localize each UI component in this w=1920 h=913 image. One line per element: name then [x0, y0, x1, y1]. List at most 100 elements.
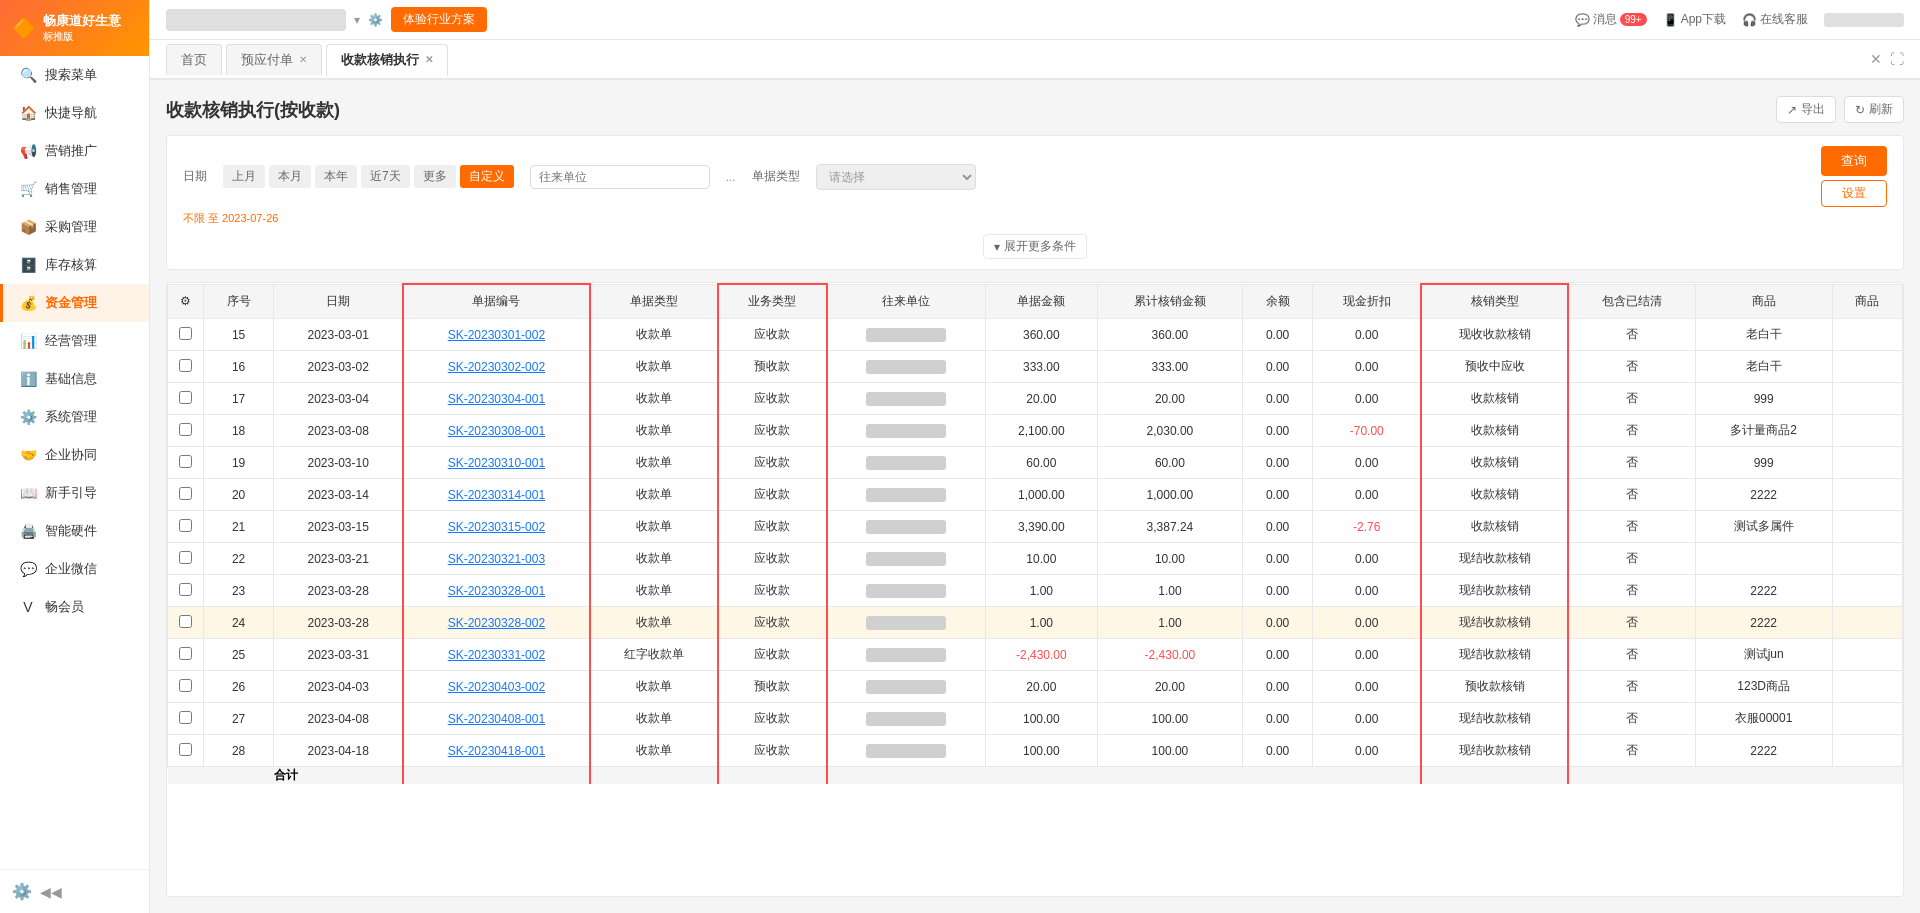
tab-close-pre-receipt[interactable]: ✕ [299, 54, 307, 65]
doc-no-link[interactable]: SK-20230310-001 [448, 456, 545, 470]
sidebar-item-sales-mgmt[interactable]: 🛒销售管理 [0, 170, 149, 208]
sidebar-item-guide[interactable]: 📖新手引导 [0, 474, 149, 512]
cell-checkbox[interactable] [168, 607, 204, 639]
doc-no-link[interactable]: SK-20230418-001 [448, 744, 545, 758]
refresh-button[interactable]: ↻ 刷新 [1844, 96, 1904, 123]
sidebar-item-inventory[interactable]: 🗄️库存核算 [0, 246, 149, 284]
th-gear[interactable]: ⚙ [168, 284, 204, 319]
this-year-btn[interactable]: 本年 [315, 165, 357, 188]
cell-biz-type: 应收款 [718, 543, 827, 575]
tab-receipt-exec[interactable]: 收款核销执行✕ [326, 44, 448, 77]
cell-checkbox[interactable] [168, 671, 204, 703]
cell-checkbox[interactable] [168, 383, 204, 415]
cell-write-off-type: 收款核销 [1421, 447, 1568, 479]
cell-checkbox[interactable] [168, 575, 204, 607]
doc-type-select[interactable]: 请选择 [816, 164, 976, 190]
row-checkbox[interactable] [179, 615, 192, 628]
row-checkbox[interactable] [179, 327, 192, 340]
tab-home[interactable]: 首页 [166, 44, 222, 75]
message-area[interactable]: 💬 消息 99+ [1575, 11, 1647, 28]
sidebar-item-wechat[interactable]: 💬企业微信 [0, 550, 149, 588]
cell-checkbox[interactable] [168, 543, 204, 575]
sidebar-item-corp-coop[interactable]: 🤝企业协同 [0, 436, 149, 474]
sidebar-item-member[interactable]: V畅会员 [0, 588, 149, 626]
sidebar-item-quick-nav[interactable]: 🏠快捷导航 [0, 94, 149, 132]
cell-include-settled: 否 [1568, 319, 1695, 351]
cell-biz-type: 应收款 [718, 735, 827, 767]
row-checkbox[interactable] [179, 487, 192, 500]
app-download-btn[interactable]: 📱 App下载 [1663, 11, 1726, 28]
settings-icon[interactable]: ⚙️ [12, 882, 32, 901]
cell-checkbox[interactable] [168, 639, 204, 671]
cell-write-off-type: 现收收款核销 [1421, 319, 1568, 351]
row-checkbox[interactable] [179, 391, 192, 404]
doc-no-link[interactable]: SK-20230321-003 [448, 552, 545, 566]
expand-filter-btn[interactable]: ▾ 展开更多条件 [983, 234, 1087, 259]
cell-goods2 [1832, 415, 1902, 447]
row-checkbox[interactable] [179, 743, 192, 756]
breadcrumb-input[interactable] [166, 9, 346, 31]
doc-no-link[interactable]: SK-20230308-001 [448, 424, 545, 438]
sidebar-item-sys-mgmt[interactable]: ⚙️系统管理 [0, 398, 149, 436]
more-btn[interactable]: 更多 [414, 165, 456, 188]
sidebar-item-search-menu[interactable]: 🔍搜索菜单 [0, 56, 149, 94]
row-checkbox[interactable] [179, 551, 192, 564]
row-checkbox[interactable] [179, 455, 192, 468]
gear-icon[interactable]: ⚙️ [368, 13, 383, 27]
sidebar-item-purchase[interactable]: 📦采购管理 [0, 208, 149, 246]
this-month-btn[interactable]: 本月 [269, 165, 311, 188]
cell-checkbox[interactable] [168, 479, 204, 511]
doc-no-link[interactable]: SK-20230408-001 [448, 712, 545, 726]
row-checkbox[interactable] [179, 519, 192, 532]
sidebar-item-marketing[interactable]: 📢营销推广 [0, 132, 149, 170]
doc-no-link[interactable]: SK-20230328-001 [448, 584, 545, 598]
cell-checkbox[interactable] [168, 735, 204, 767]
cell-checkbox[interactable] [168, 351, 204, 383]
last7-btn[interactable]: 近7天 [361, 165, 410, 188]
cell-checkbox[interactable] [168, 319, 204, 351]
row-checkbox[interactable] [179, 679, 192, 692]
cell-checkbox[interactable] [168, 511, 204, 543]
cell-checkbox[interactable] [168, 703, 204, 735]
sidebar-item-operation[interactable]: 📊经营管理 [0, 322, 149, 360]
sidebar-item-finance[interactable]: 💰资金管理 [0, 284, 149, 322]
industry-solution-button[interactable]: 体验行业方案 [391, 7, 487, 32]
tab-close-receipt-exec[interactable]: ✕ [425, 54, 433, 65]
close-tab-icon[interactable]: ✕ [1870, 51, 1882, 67]
cell-checkbox[interactable] [168, 447, 204, 479]
row-checkbox[interactable] [179, 423, 192, 436]
doc-no-link[interactable]: SK-20230403-002 [448, 680, 545, 694]
tab-pre-receipt[interactable]: 预应付单✕ [226, 44, 322, 75]
doc-no-link[interactable]: SK-20230304-001 [448, 392, 545, 406]
custom-btn[interactable]: 自定义 [460, 165, 514, 188]
dropdown-icon[interactable]: ▾ [354, 13, 360, 27]
row-checkbox[interactable] [179, 359, 192, 372]
query-button[interactable]: 查询 [1821, 146, 1887, 176]
setting-button[interactable]: 设置 [1821, 180, 1887, 207]
sidebar-label-finance: 资金管理 [45, 294, 97, 312]
user-info[interactable] [1824, 13, 1904, 27]
row-checkbox[interactable] [179, 647, 192, 660]
maximize-icon[interactable]: ⛶ [1890, 51, 1904, 67]
doc-no-link[interactable]: SK-20230315-002 [448, 520, 545, 534]
doc-no-link[interactable]: SK-20230331-002 [448, 648, 545, 662]
collapse-icon[interactable]: ◀◀ [40, 884, 62, 900]
last-month-btn[interactable]: 上月 [223, 165, 265, 188]
row-checkbox[interactable] [179, 711, 192, 724]
doc-no-link[interactable]: SK-20230314-001 [448, 488, 545, 502]
online-service-btn[interactable]: 🎧 在线客服 [1742, 11, 1808, 28]
cell-goods2 [1832, 671, 1902, 703]
cell-goods: 999 [1695, 383, 1832, 415]
partner-input[interactable] [530, 165, 710, 189]
cell-checkbox[interactable] [168, 415, 204, 447]
cell-amount: 100.00 [985, 735, 1097, 767]
row-checkbox[interactable] [179, 583, 192, 596]
doc-no-link[interactable]: SK-20230302-002 [448, 360, 545, 374]
sidebar-item-basic-info[interactable]: ℹ️基础信息 [0, 360, 149, 398]
sidebar-item-smart-hw[interactable]: 🖨️智能硬件 [0, 512, 149, 550]
export-button[interactable]: ↗ 导出 [1776, 96, 1836, 123]
doc-no-link[interactable]: SK-20230328-002 [448, 616, 545, 630]
cell-include-settled: 否 [1568, 735, 1695, 767]
sidebar-label-wechat: 企业微信 [45, 560, 97, 578]
doc-no-link[interactable]: SK-20230301-002 [448, 328, 545, 342]
